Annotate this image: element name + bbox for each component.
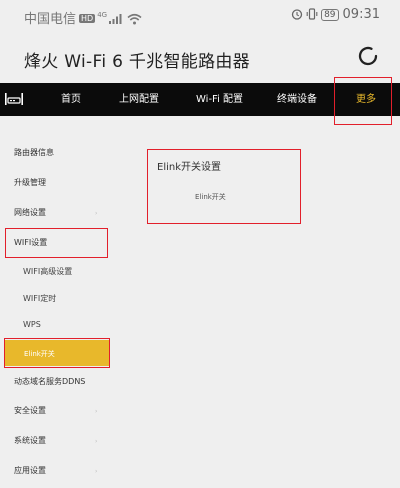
expand-indicator: › — [95, 438, 98, 445]
sidebar-item-ddns[interactable]: 动态域名服务DDNS — [14, 376, 85, 387]
sidebar-item-security[interactable]: 安全设置 — [14, 405, 46, 416]
expand-indicator: › — [95, 408, 98, 415]
expand-indicator: › — [95, 210, 98, 217]
nav-internet-config[interactable]: 上网配置 — [118, 83, 160, 116]
wifi-icon — [127, 13, 142, 29]
nav-more[interactable]: 更多 — [355, 83, 377, 116]
carrier-name: 中国电信 — [24, 12, 77, 27]
sidebar-item-apps[interactable]: 应用设置 — [14, 465, 46, 476]
refresh-icon[interactable] — [356, 44, 380, 68]
elink-switch-label[interactable]: Elink开关 — [195, 192, 226, 202]
sidebar-item-wifi-advanced[interactable]: WIFI高级设置 — [23, 266, 72, 277]
expand-indicator: › — [95, 468, 98, 475]
sidebar-item-system[interactable]: 系统设置 — [14, 435, 46, 446]
carrier-info: 中国电信 HD 4G — [24, 8, 142, 29]
clock: 09:31 — [342, 7, 380, 22]
signal-icon — [109, 13, 123, 28]
vibrate-icon — [306, 8, 318, 24]
nav-home[interactable]: 首页 — [60, 83, 82, 116]
nav-devices[interactable]: 终端设备 — [276, 83, 318, 116]
sidebar-item-network[interactable]: 网络设置 — [14, 207, 46, 218]
network-type: 4G — [97, 11, 108, 19]
nav-wifi-config[interactable]: Wi-Fi 配置 — [196, 83, 243, 116]
sidebar-item-upgrade[interactable]: 升级管理 — [14, 177, 46, 188]
alarm-icon — [291, 8, 303, 24]
battery-icon: 89 — [321, 9, 339, 21]
router-logo-icon — [5, 93, 23, 105]
sidebar-item-router-info[interactable]: 路由器信息 — [14, 147, 54, 158]
sidebar-item-elink[interactable]: Elink开关 — [4, 340, 109, 366]
sidebar-item-elink-label: Elink开关 — [24, 350, 55, 358]
status-right: 89 09:31 — [291, 7, 380, 24]
hd-badge: HD — [79, 14, 96, 23]
panel-title: Elink开关设置 — [157, 162, 222, 173]
top-nav: 首页 上网配置 Wi-Fi 配置 终端设备 更多 — [0, 83, 400, 116]
page-title: 烽火 Wi-Fi 6 千兆智能路由器 — [24, 52, 250, 72]
sidebar-item-wifi-timer[interactable]: WIFI定时 — [23, 293, 56, 304]
sidebar-item-wifi[interactable]: WIFI设置 — [14, 237, 47, 248]
status-bar: 中国电信 HD 4G 89 09:31 — [0, 0, 400, 30]
sidebar-item-wps[interactable]: WPS — [23, 320, 41, 329]
